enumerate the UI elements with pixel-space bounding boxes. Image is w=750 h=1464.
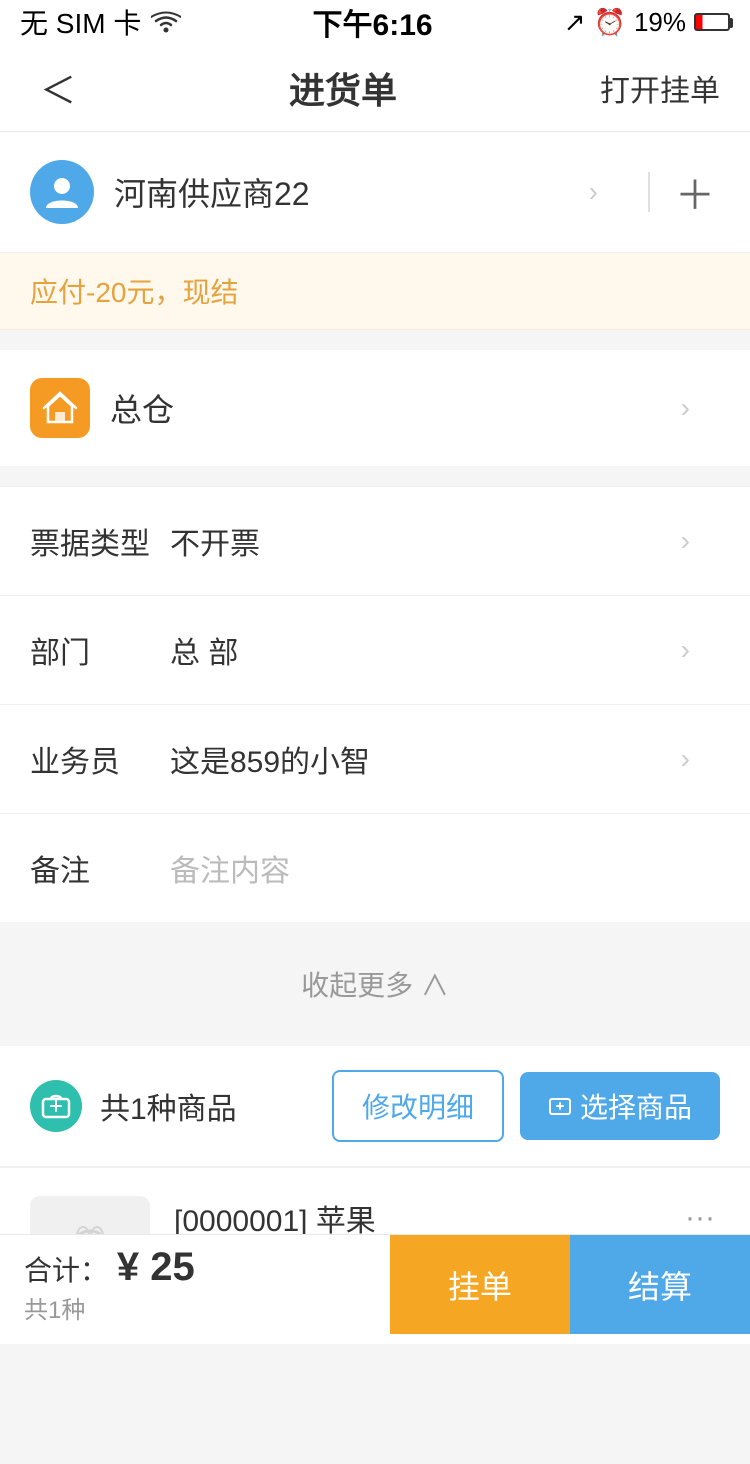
products-icon: [30, 1080, 82, 1132]
remark-row[interactable]: 备注 备注内容: [0, 813, 750, 922]
supplier-name: 河南供应商22: [114, 169, 589, 215]
edit-detail-button[interactable]: 修改明细: [332, 1070, 504, 1142]
form-section: 票据类型 不开票 › 部门 总 部 › 业务员 这是859的小智 › 备注 备注…: [0, 486, 750, 922]
invoice-row[interactable]: 票据类型 不开票 ›: [0, 486, 750, 595]
department-value: 总 部: [170, 628, 681, 672]
status-indicators: ↗ ⏰ 19%: [564, 7, 730, 38]
remark-placeholder[interactable]: 备注内容: [170, 846, 720, 890]
department-row[interactable]: 部门 总 部 ›: [0, 595, 750, 704]
total-count: 共1种: [24, 1290, 366, 1325]
invoice-chevron-icon: ›: [681, 525, 690, 557]
salesperson-row[interactable]: 业务员 这是859的小智 ›: [0, 704, 750, 813]
warehouse-section: 总仓 ›: [0, 350, 750, 466]
add-supplier-button[interactable]: ＋: [670, 163, 720, 221]
supplier-row[interactable]: 河南供应商22 › ＋: [0, 132, 750, 253]
invoice-label: 票据类型: [30, 519, 150, 563]
page-title: 进货单: [289, 62, 397, 114]
salesperson-value: 这是859的小智: [170, 737, 681, 781]
products-header: 共1种商品 修改明细 选择商品: [0, 1046, 750, 1167]
total-row: 合计： ¥ 25: [24, 1245, 366, 1290]
products-count: 共1种商品: [100, 1084, 332, 1128]
nav-bar: ＜ 进货单 打开挂单: [0, 44, 750, 132]
invoice-value: 不开票: [170, 519, 681, 563]
warehouse-chevron-icon: ›: [681, 392, 690, 424]
wifi-icon: [151, 11, 181, 33]
salesperson-chevron-icon: ›: [681, 743, 690, 775]
status-time: 下午6:16: [313, 0, 433, 44]
warehouse-name: 总仓: [110, 385, 681, 431]
total-amount: ¥ 25: [117, 1245, 195, 1289]
warehouse-icon: [30, 378, 90, 438]
department-label: 部门: [30, 628, 150, 672]
home-icon: [42, 390, 78, 426]
location-icon: ↗: [564, 7, 586, 38]
collapse-bar[interactable]: 收起更多 ∧: [0, 942, 750, 1026]
select-icon: [548, 1094, 572, 1118]
status-carrier: 无 SIM 卡: [20, 2, 181, 42]
warehouse-row[interactable]: 总仓 ›: [0, 350, 750, 466]
collapse-label: 收起更多 ∧: [301, 970, 449, 1001]
back-button[interactable]: ＜: [30, 52, 86, 124]
battery-icon: [694, 13, 730, 31]
hang-button[interactable]: 挂单: [390, 1235, 570, 1334]
select-product-label: 选择商品: [580, 1086, 692, 1126]
battery-percent: 19%: [634, 7, 686, 38]
checkout-button[interactable]: 结算: [570, 1235, 750, 1334]
cart-icon: [41, 1091, 71, 1121]
alarm-icon: ⏰: [594, 7, 626, 38]
bottom-bar: 合计： ¥ 25 共1种 挂单 结算: [0, 1234, 750, 1334]
department-chevron-icon: ›: [681, 634, 690, 666]
person-icon: [42, 172, 82, 212]
status-bar: 无 SIM 卡 下午6:16 ↗ ⏰ 19%: [0, 0, 750, 44]
supplier-chevron-icon: ›: [589, 176, 598, 208]
salesperson-label: 业务员: [30, 737, 150, 781]
bottom-spacer: [0, 1344, 750, 1464]
supplier-section: 河南供应商22 › ＋ 应付-20元，现结: [0, 132, 750, 330]
remark-label: 备注: [30, 846, 150, 890]
open-hang-button[interactable]: 打开挂单: [600, 66, 720, 110]
supplier-info-banner: 应付-20元，现结: [0, 253, 750, 330]
select-product-button[interactable]: 选择商品: [520, 1072, 720, 1140]
supplier-avatar: [30, 160, 94, 224]
total-section: 合计： ¥ 25 共1种: [0, 1235, 390, 1334]
supplier-divider: [648, 172, 650, 212]
total-label: 合计：: [24, 1255, 108, 1286]
